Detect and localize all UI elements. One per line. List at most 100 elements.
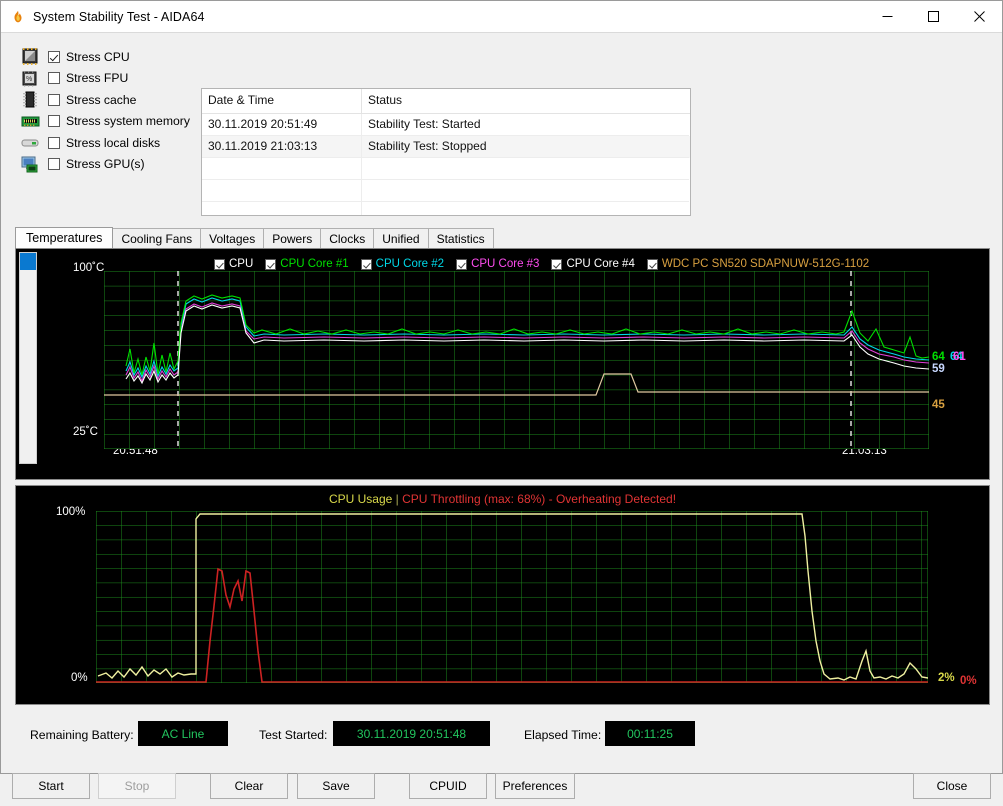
usage-value-throttling: 0% xyxy=(960,675,977,687)
stress-fpu-checkbox[interactable] xyxy=(48,72,60,84)
legend-item-core3[interactable]: CPU Core #3 xyxy=(456,258,539,270)
stress-option-label: Stress cache xyxy=(66,93,136,107)
test-started-value: 30.11.2019 20:51:48 xyxy=(333,721,490,746)
stress-cache-checkbox[interactable] xyxy=(48,94,60,106)
button-label: Close xyxy=(937,779,968,793)
usage-y-max-label: 100% xyxy=(56,506,85,518)
stress-options-list: Stress CPU % Stress FPU xyxy=(21,46,201,175)
tab-label: Cooling Fans xyxy=(121,232,192,246)
table-row[interactable]: 30.11.2019 21:03:13 Stability Test: Stop… xyxy=(202,136,690,158)
elapsed-time-value: 00:11:25 xyxy=(605,721,695,746)
minimize-button[interactable] xyxy=(864,1,910,32)
stress-option-label: Stress GPU(s) xyxy=(66,157,145,171)
table-row[interactable] xyxy=(202,202,690,216)
cpu-usage-chart-panel: CPU Usage | CPU Throttling (max: 68%) - … xyxy=(15,485,990,705)
temperature-chart-scrollbar[interactable] xyxy=(19,252,37,464)
cpu-usage-plot xyxy=(96,511,928,683)
tab-label: Powers xyxy=(272,232,312,246)
table-row[interactable] xyxy=(202,158,690,180)
cell-datetime xyxy=(202,158,362,180)
clear-button[interactable]: Clear xyxy=(210,773,288,799)
start-button[interactable]: Start xyxy=(12,773,90,799)
legend-item-core2[interactable]: CPU Core #2 xyxy=(361,258,444,270)
cell-datetime: 30.11.2019 21:03:13 xyxy=(202,136,362,158)
tab-label: Temperatures xyxy=(26,231,102,245)
stress-cpu-checkbox[interactable] xyxy=(48,51,60,63)
stress-option-row[interactable]: Stress GPU(s) xyxy=(21,154,201,176)
legend-checkbox[interactable] xyxy=(361,259,372,270)
tab-label: Statistics xyxy=(437,232,485,246)
stress-option-row[interactable]: Stress system memory xyxy=(21,111,201,133)
cache-chip-icon xyxy=(21,91,40,108)
save-button[interactable]: Save xyxy=(297,773,375,799)
scrollbar-thumb[interactable] xyxy=(20,253,36,270)
stress-gpus-checkbox[interactable] xyxy=(48,158,60,170)
temp-value-core1: 64 xyxy=(932,351,945,363)
cell-datetime: 30.11.2019 20:51:49 xyxy=(202,114,362,136)
legend-item-cpu[interactable]: CPU xyxy=(214,258,253,270)
tab-statistics[interactable]: Statistics xyxy=(428,228,494,248)
battery-value: AC Line xyxy=(138,721,228,746)
temp-value-core3: 61 xyxy=(953,351,966,363)
usage-title-separator: | xyxy=(396,492,399,506)
button-label: Start xyxy=(38,779,63,793)
stress-local-disks-checkbox[interactable] xyxy=(48,137,60,149)
stress-option-label: Stress system memory xyxy=(66,114,190,128)
button-label: Stop xyxy=(125,779,150,793)
cell-status xyxy=(362,202,689,216)
legend-checkbox[interactable] xyxy=(214,259,225,270)
temp-value-cpu: 59 xyxy=(932,363,945,375)
tab-temperatures[interactable]: Temperatures xyxy=(15,227,113,248)
legend-label: CPU Core #1 xyxy=(280,258,348,270)
legend-label: CPU xyxy=(229,258,253,270)
legend-item-core4[interactable]: CPU Core #4 xyxy=(551,258,634,270)
tab-unified[interactable]: Unified xyxy=(373,228,428,248)
close-button[interactable] xyxy=(956,1,1002,32)
table-row[interactable]: 30.11.2019 20:51:49 Stability Test: Star… xyxy=(202,114,690,136)
elapsed-time-label: Elapsed Time: xyxy=(524,728,601,742)
status-row: Remaining Battery: AC Line Test Started:… xyxy=(1,713,1002,761)
legend-item-core1[interactable]: CPU Core #1 xyxy=(265,258,348,270)
tab-cooling-fans[interactable]: Cooling Fans xyxy=(112,228,201,248)
table-row[interactable] xyxy=(202,180,690,202)
close-dialog-button[interactable]: Close xyxy=(913,773,991,799)
event-log-table[interactable]: Date & Time Status 30.11.2019 20:51:49 S… xyxy=(201,88,691,216)
cell-datetime xyxy=(202,180,362,202)
stress-option-label: Stress local disks xyxy=(66,136,160,150)
test-started-label: Test Started: xyxy=(259,728,327,742)
system-stability-test-window: System Stability Test - AIDA64 xyxy=(0,0,1003,774)
usage-y-min-label: 0% xyxy=(71,672,88,684)
temp-y-min-label: 25˚C xyxy=(73,426,98,438)
stress-option-row[interactable]: Stress CPU xyxy=(21,46,201,68)
window-client-area: Stress CPU % Stress FPU xyxy=(1,32,1002,773)
stress-option-row[interactable]: Stress cache xyxy=(21,89,201,111)
tab-powers[interactable]: Powers xyxy=(263,228,321,248)
column-header-datetime: Date & Time xyxy=(202,89,362,113)
stress-system-memory-checkbox[interactable] xyxy=(48,115,60,127)
cpuid-button[interactable]: CPUID xyxy=(409,773,487,799)
tab-label: Unified xyxy=(382,232,419,246)
temp-y-max-label: 100˚C xyxy=(73,262,104,274)
legend-checkbox[interactable] xyxy=(265,259,276,270)
stress-option-row[interactable]: % Stress FPU xyxy=(21,68,201,90)
stop-button[interactable]: Stop xyxy=(98,773,176,799)
cell-status xyxy=(362,180,689,202)
tab-strip: Temperatures Cooling Fans Voltages Power… xyxy=(15,227,493,248)
tab-voltages[interactable]: Voltages xyxy=(200,228,264,248)
window-title: System Stability Test - AIDA64 xyxy=(33,10,205,24)
legend-checkbox[interactable] xyxy=(647,259,658,270)
maximize-button[interactable] xyxy=(910,1,956,32)
hard-disk-icon xyxy=(21,134,40,151)
gpu-monitor-icon xyxy=(21,156,40,173)
temperature-chart-panel: CPU CPU Core #1 CPU Core #2 CPU Core #3 … xyxy=(15,248,990,480)
tab-clocks[interactable]: Clocks xyxy=(320,228,374,248)
legend-checkbox[interactable] xyxy=(551,259,562,270)
stress-option-row[interactable]: Stress local disks xyxy=(21,132,201,154)
legend-checkbox[interactable] xyxy=(456,259,467,270)
svg-text:%: % xyxy=(26,76,32,83)
window-controls xyxy=(864,1,1002,32)
legend-item-ssd[interactable]: WDC PC SN520 SDAPNUW-512G-1102 xyxy=(647,258,869,270)
preferences-button[interactable]: Preferences xyxy=(495,773,575,799)
tab-label: Voltages xyxy=(209,232,255,246)
column-header-status: Status xyxy=(362,89,689,113)
